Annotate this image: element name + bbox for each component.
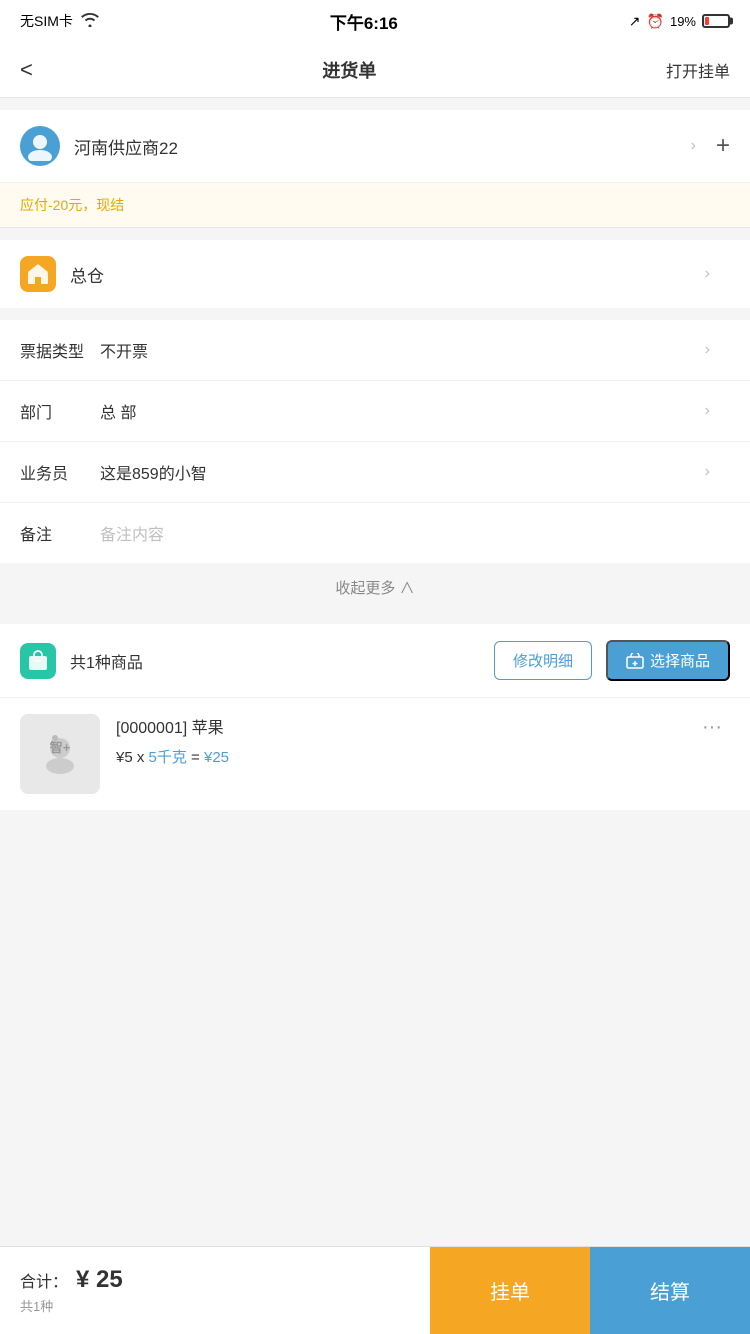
- invoice-chevron-icon: ›: [705, 341, 710, 359]
- add-supplier-button[interactable]: +: [716, 132, 730, 160]
- battery-icon: [702, 14, 730, 28]
- invoice-label: 票据类型: [20, 338, 100, 362]
- warehouse-name: 总仓: [70, 262, 705, 287]
- pending-button[interactable]: 挂单: [430, 1247, 590, 1334]
- product-total: ¥25: [204, 749, 229, 766]
- products-count: 共1种商品: [70, 649, 480, 673]
- total-count: 共1种: [20, 1296, 410, 1315]
- supplier-chevron-icon: ›: [691, 137, 696, 155]
- product-equals: =: [191, 749, 204, 766]
- wifi-icon: [81, 13, 99, 30]
- product-price: ¥5 x 5千克 = ¥25: [116, 746, 678, 767]
- status-left: 无SIM卡: [20, 11, 99, 31]
- total-text: 合计：: [20, 1268, 68, 1292]
- sales-value: 这是859的小智: [100, 460, 705, 484]
- warehouse-section: 总仓 ›: [0, 240, 750, 308]
- product-info: [0000001] 苹果 ¥5 x 5千克 = ¥25: [116, 714, 678, 767]
- alarm-icon: ⏰: [647, 13, 664, 30]
- warehouse-chevron-icon: ›: [705, 265, 710, 283]
- sales-chevron-icon: ›: [705, 463, 710, 481]
- product-title: 苹果: [192, 720, 224, 737]
- remark-input[interactable]: 备注内容: [100, 521, 730, 545]
- supplier-row[interactable]: 河南供应商22 › +: [0, 110, 750, 183]
- checkout-button[interactable]: 结算: [590, 1247, 750, 1334]
- collapse-bar[interactable]: 收起更多 ∧: [0, 563, 750, 612]
- total-section: 合计： ¥ 25 共1种: [0, 1266, 430, 1315]
- status-time: 下午6:16: [330, 9, 398, 34]
- products-icon: [20, 643, 56, 679]
- form-section: 票据类型 不开票 › 部门 总 部 › 业务员 这是859的小智 › 备注 备注…: [0, 320, 750, 563]
- remark-row[interactable]: 备注 备注内容: [0, 503, 750, 563]
- remark-label: 备注: [20, 521, 100, 545]
- dept-value: 总 部: [100, 399, 705, 423]
- gap-2: [0, 228, 750, 240]
- gap-1: [0, 98, 750, 110]
- select-product-label: 选择商品: [650, 650, 710, 671]
- supplier-notice: 应付-20元，现结: [0, 183, 750, 228]
- product-unit-price: ¥5: [116, 749, 133, 766]
- carrier-text: 无SIM卡: [20, 11, 73, 31]
- products-header: 共1种商品 修改明细 选择商品: [0, 624, 750, 697]
- supplier-section: 河南供应商22 › + 应付-20元，现结: [0, 110, 750, 228]
- product-item: 智+ [0000001] 苹果 ¥5 x 5千克 = ¥25 ···: [0, 697, 750, 810]
- battery-percent: 19%: [670, 14, 696, 29]
- select-product-button[interactable]: 选择商品: [606, 640, 730, 681]
- supplier-name: 河南供应商22: [74, 134, 691, 159]
- nav-bar: < 进货单 打开挂单: [0, 42, 750, 98]
- status-right: ↗ ⏰ 19%: [629, 13, 730, 30]
- svg-text:智+: 智+: [50, 740, 71, 755]
- gap-4: [0, 612, 750, 624]
- dept-label: 部门: [20, 399, 100, 423]
- product-qty: 5千克: [149, 749, 187, 766]
- edit-detail-button[interactable]: 修改明细: [494, 641, 592, 680]
- product-thumbnail: 智+: [20, 714, 100, 794]
- product-code: [0000001]: [116, 720, 187, 737]
- supplier-avatar: [20, 126, 60, 166]
- dept-row[interactable]: 部门 总 部 ›: [0, 381, 750, 442]
- product-multiply: x: [137, 749, 149, 766]
- total-amount: ¥ 25: [76, 1266, 123, 1294]
- warehouse-icon: [20, 256, 56, 292]
- product-name: [0000001] 苹果: [116, 714, 678, 738]
- sales-label: 业务员: [20, 460, 100, 484]
- gap-3: [0, 308, 750, 320]
- warehouse-row[interactable]: 总仓 ›: [0, 240, 750, 308]
- bottom-bar: 合计： ¥ 25 共1种 挂单 结算: [0, 1246, 750, 1334]
- product-more-button[interactable]: ···: [694, 714, 730, 741]
- status-bar: 无SIM卡 下午6:16 ↗ ⏰ 19%: [0, 0, 750, 42]
- dept-chevron-icon: ›: [705, 402, 710, 420]
- location-icon: ↗: [629, 13, 641, 30]
- invoice-value: 不开票: [100, 338, 705, 362]
- open-pending-button[interactable]: 打开挂单: [666, 58, 730, 82]
- sales-row[interactable]: 业务员 这是859的小智 ›: [0, 442, 750, 503]
- total-label: 合计： ¥ 25: [20, 1266, 410, 1294]
- invoice-row[interactable]: 票据类型 不开票 ›: [0, 320, 750, 381]
- back-button[interactable]: <: [20, 57, 33, 83]
- bottom-spacer: [0, 810, 750, 900]
- page-title: 进货单: [322, 57, 376, 83]
